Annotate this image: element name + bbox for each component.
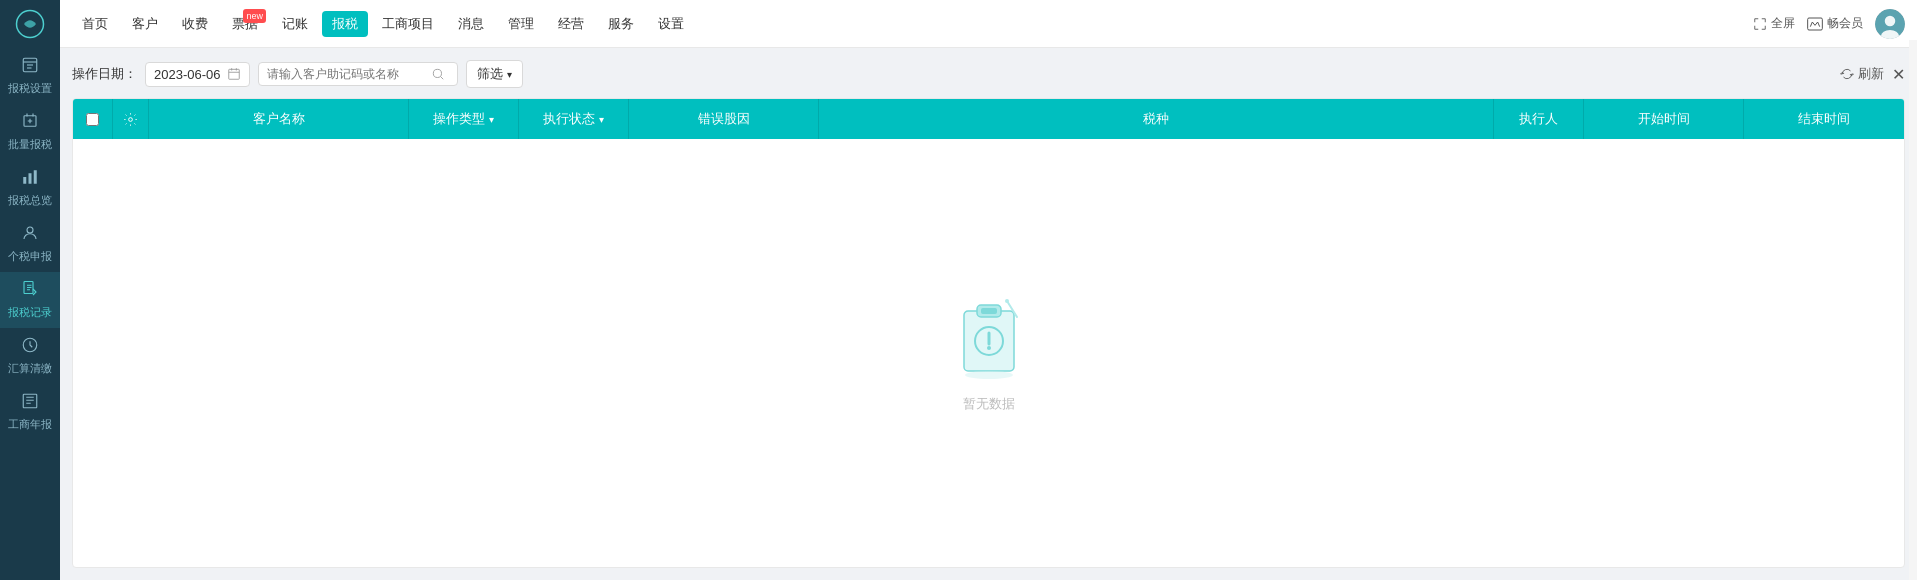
filter-button[interactable]: 筛选 ▾ (466, 60, 523, 88)
baoshui-shezhi-icon (21, 56, 39, 78)
sidebar-item-label: 报税总览 (8, 193, 52, 208)
vip-icon (1807, 17, 1823, 31)
sidebar-item-baoshui-shezhi[interactable]: 报税设置 (0, 48, 60, 104)
search-input[interactable] (267, 67, 427, 81)
table-body: 暂无数据 (73, 139, 1904, 567)
sidebar-item-baoshui-zonglam[interactable]: 报税总览 (0, 160, 60, 216)
sidebar-item-piliang-baoshui[interactable]: 批量报税 (0, 104, 60, 160)
th-name: 客户名称 (149, 99, 409, 139)
sidebar-item-label: 工商年报 (8, 417, 52, 432)
toolbar-right: 刷新 ✕ (1840, 65, 1905, 84)
svg-rect-17 (228, 69, 239, 79)
nav-item-jizhang[interactable]: 记账 (272, 11, 318, 37)
nav-item-gongshang-xiangmu[interactable]: 工商项目 (372, 11, 444, 37)
empty-svg (949, 293, 1029, 383)
nav-item-piaoju[interactable]: 票据 new (222, 11, 268, 37)
geshuishen-bao-icon (21, 224, 39, 246)
date-value: 2023-06-06 (154, 67, 221, 82)
nav-item-fuwu[interactable]: 服务 (598, 11, 644, 37)
nav-item-kehu[interactable]: 客户 (122, 11, 168, 37)
filter-label: 筛选 (477, 65, 503, 83)
sidebar-item-label: 个税申报 (8, 249, 52, 264)
select-all-checkbox[interactable] (86, 113, 99, 126)
th-optype[interactable]: 操作类型 ▾ (409, 99, 519, 139)
vip-button[interactable]: 畅会员 (1807, 15, 1863, 32)
content-area: 操作日期： 2023-06-06 筛选 ▾ (60, 48, 1917, 580)
th-settings[interactable] (113, 99, 149, 139)
chevron-down-icon: ▾ (507, 69, 512, 80)
main-area: 首页 客户 收费 票据 new 记账 报税 工商项目 消息 管理 经营 服务 设… (60, 0, 1917, 580)
topnav-right: 全屏 畅会员 (1753, 9, 1905, 39)
th-checkbox[interactable] (73, 99, 113, 139)
new-badge: new (243, 9, 266, 23)
svg-rect-13 (1808, 18, 1823, 30)
nav-item-jingying[interactable]: 经营 (548, 11, 594, 37)
optype-filter-icon: ▾ (489, 114, 494, 125)
toolbar: 操作日期： 2023-06-06 筛选 ▾ (72, 60, 1905, 88)
fullscreen-button[interactable]: 全屏 (1753, 15, 1795, 32)
svg-point-15 (1885, 15, 1896, 26)
sidebar-item-baoshui-jilu[interactable]: 报税记录 (0, 272, 60, 328)
th-exstate[interactable]: 执行状态 ▾ (519, 99, 629, 139)
svg-point-28 (965, 371, 1013, 379)
svg-rect-6 (23, 177, 26, 184)
sidebar-item-geshuishen-bao[interactable]: 个税申报 (0, 216, 60, 272)
sidebar-item-label: 报税记录 (8, 305, 52, 320)
nav-item-baoshui[interactable]: 报税 (322, 11, 368, 37)
th-taxtype: 税种 (819, 99, 1494, 139)
svg-rect-8 (34, 170, 37, 184)
huisuan-jiaona-icon (21, 336, 39, 358)
baoshui-zonglam-icon (21, 168, 39, 190)
refresh-button[interactable]: 刷新 (1840, 65, 1884, 83)
svg-point-27 (1005, 299, 1009, 303)
sidebar-item-label: 批量报税 (8, 137, 52, 152)
nav-item-shouye[interactable]: 首页 (72, 11, 118, 37)
avatar[interactable] (1875, 9, 1905, 39)
nav-item-shezhi[interactable]: 设置 (648, 11, 694, 37)
sidebar-logo[interactable] (0, 0, 60, 48)
sidebar-item-gongshang-nianbao[interactable]: 工商年报 (0, 384, 60, 440)
calendar-icon (227, 67, 241, 81)
sidebar-item-huisuan-jiaona[interactable]: 汇算清缴 (0, 328, 60, 384)
piliang-baoshui-icon (21, 112, 39, 134)
sidebar-item-label: 汇算清缴 (8, 361, 52, 376)
th-endtime: 结束时间 (1744, 99, 1904, 139)
date-picker[interactable]: 2023-06-06 (145, 62, 250, 87)
sidebar: 报税设置 批量报税 报税总览 个税申报 (0, 0, 60, 580)
svg-point-25 (987, 346, 991, 350)
close-button[interactable]: ✕ (1892, 65, 1905, 84)
table-container: 客户名称 操作类型 ▾ 执行状态 ▾ 错误股因 税种 执行人 (72, 98, 1905, 568)
refresh-icon (1840, 67, 1854, 81)
empty-text: 暂无数据 (963, 395, 1015, 413)
svg-point-18 (433, 69, 441, 77)
svg-rect-12 (23, 394, 37, 408)
exstate-filter-icon: ▾ (599, 114, 604, 125)
settings-icon (123, 112, 138, 127)
search-box[interactable] (258, 62, 458, 86)
nav-item-shoufi[interactable]: 收费 (172, 11, 218, 37)
nav-item-guanli[interactable]: 管理 (498, 11, 544, 37)
table-header: 客户名称 操作类型 ▾ 执行状态 ▾ 错误股因 税种 执行人 (73, 99, 1904, 139)
th-executor: 执行人 (1494, 99, 1584, 139)
svg-rect-22 (981, 308, 997, 314)
svg-point-19 (129, 117, 133, 121)
fullscreen-icon (1753, 17, 1767, 31)
sidebar-item-label: 报税设置 (8, 81, 52, 96)
svg-point-9 (27, 227, 33, 233)
nav-item-xiaoxi[interactable]: 消息 (448, 11, 494, 37)
date-label: 操作日期： (72, 65, 137, 83)
th-starttime: 开始时间 (1584, 99, 1744, 139)
svg-rect-7 (29, 173, 32, 184)
refresh-label: 刷新 (1858, 65, 1884, 83)
baoshui-jilu-icon (21, 280, 39, 302)
search-icon (431, 67, 445, 81)
topnav: 首页 客户 收费 票据 new 记账 报税 工商项目 消息 管理 经营 服务 设… (60, 0, 1917, 48)
gongshang-nianbao-icon (21, 392, 39, 414)
empty-illustration (949, 293, 1029, 383)
avatar-image (1875, 9, 1905, 39)
th-errreason: 错误股因 (629, 99, 819, 139)
